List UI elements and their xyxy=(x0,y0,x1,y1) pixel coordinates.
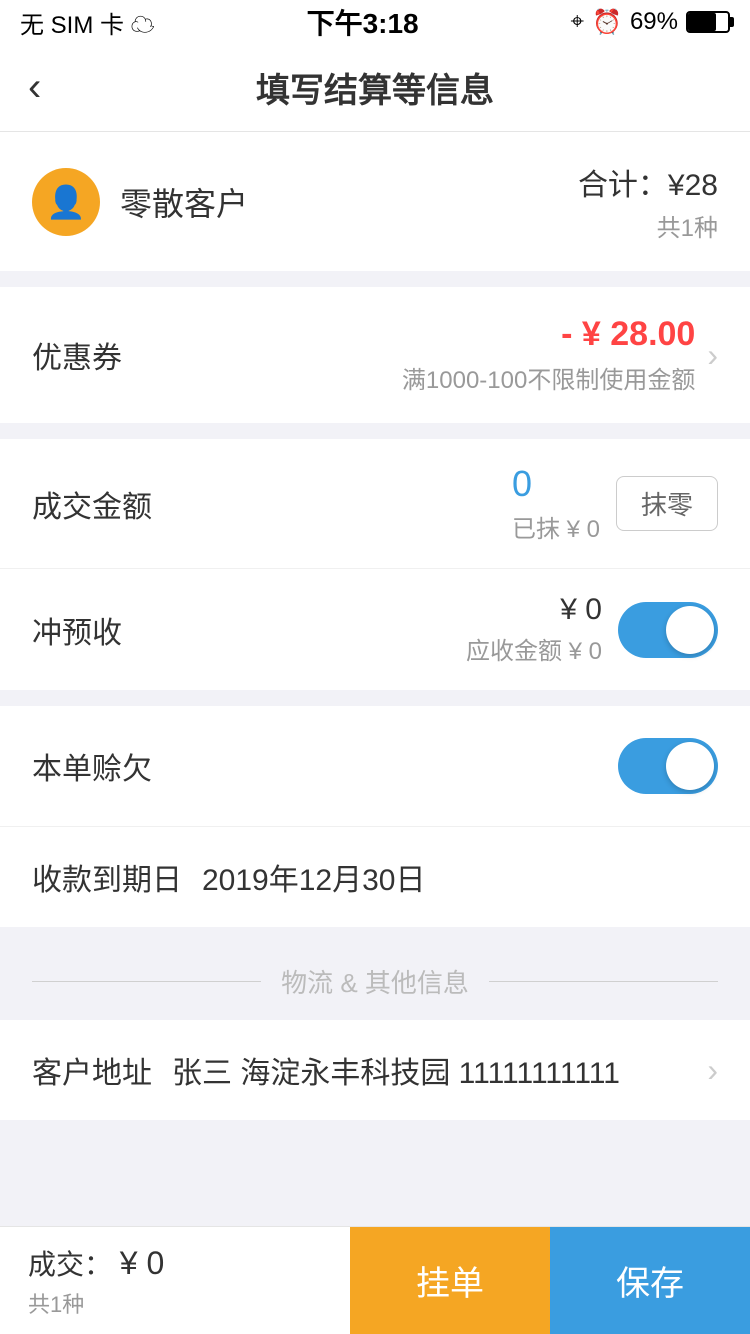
status-bar-left: 无 SIM 卡 ☁ xyxy=(20,5,155,40)
due-date-row: 收款到期日 2019年12月30日 xyxy=(0,827,750,927)
coupon-label: 优惠券 xyxy=(32,333,122,377)
save-button[interactable]: 保存 xyxy=(550,1227,750,1334)
deferred-toggle[interactable] xyxy=(618,738,718,794)
prepay-right: ¥ 0 应收金额 ¥ 0 xyxy=(466,593,718,666)
coupon-row[interactable]: 优惠券 - ¥ 28.00 满1000-100不限制使用金额 › xyxy=(0,287,750,423)
status-bar-right: ⌖ ⏰ 69% xyxy=(571,8,730,37)
divider-line-left xyxy=(32,981,261,982)
prepay-value: ¥ 0 xyxy=(466,593,602,627)
deferred-label: 本单赊欠 xyxy=(32,744,152,788)
sim-status: 无 SIM 卡 ☁ xyxy=(20,5,155,40)
address-section[interactable]: 客户地址 张三 海淀永丰科技园 11111111111 › xyxy=(0,1020,750,1120)
prepay-sub: 应收金额 ¥ 0 xyxy=(466,631,602,666)
due-date-label: 收款到期日 xyxy=(32,855,182,899)
bottom-deal-line: 成交： ¥ 0 xyxy=(28,1243,322,1283)
prepay-row: 冲预收 ¥ 0 应收金额 ¥ 0 xyxy=(0,569,750,690)
battery-icon xyxy=(686,11,730,33)
status-bar: 无 SIM 卡 ☁ 下午3:18 ⌖ ⏰ 69% xyxy=(0,0,750,44)
logistics-label: 物流 & 其他信息 xyxy=(281,963,469,1000)
main-content: 👤 零散客户 合计：¥28 共1种 优惠券 - ¥ 28.00 满1000-10… xyxy=(0,132,750,1256)
address-chevron-icon: › xyxy=(707,1052,718,1089)
battery-percent: 69% xyxy=(630,8,678,36)
coupon-desc: 满1000-100不限制使用金额 xyxy=(402,360,695,395)
back-button[interactable]: ‹ xyxy=(28,65,41,110)
address-value: 张三 海淀永丰科技园 11111111111 xyxy=(172,1048,687,1092)
prepay-toggle[interactable] xyxy=(618,602,718,658)
bottom-count: 共1种 xyxy=(28,1287,322,1319)
bottom-deal-amount: ¥ 0 xyxy=(120,1245,164,1281)
coupon-section[interactable]: 优惠券 - ¥ 28.00 满1000-100不限制使用金额 › xyxy=(0,287,750,423)
bottom-bar: 成交： ¥ 0 共1种 挂单 保存 xyxy=(0,1226,750,1334)
hold-button[interactable]: 挂单 xyxy=(350,1227,550,1334)
page-title: 填写结算等信息 xyxy=(256,63,494,112)
status-bar-time: 下午3:18 xyxy=(307,2,419,42)
address-row[interactable]: 客户地址 张三 海淀永丰科技园 11111111111 › xyxy=(0,1020,750,1120)
customer-right: 合计：¥28 共1种 xyxy=(578,160,718,243)
toggle-knob xyxy=(666,606,714,654)
customer-count: 共1种 xyxy=(578,208,718,243)
customer-name: 零散客户 xyxy=(120,179,248,225)
prepay-label: 冲预收 xyxy=(32,608,122,652)
amount-section: 成交金额 0 已抹 ¥ 0 抹零 冲预收 ¥ 0 应收金额 ¥ 0 xyxy=(0,439,750,690)
nav-bar: ‹ 填写结算等信息 xyxy=(0,44,750,132)
customer-left: 👤 零散客户 xyxy=(32,168,248,236)
logistics-divider: 物流 & 其他信息 xyxy=(0,943,750,1020)
coupon-right: - ¥ 28.00 满1000-100不限制使用金额 › xyxy=(402,315,718,395)
amount-input-area: 0 已抹 ¥ 0 抹零 xyxy=(512,463,718,544)
bottom-deal-label: 成交： xyxy=(28,1249,112,1280)
customer-avatar: 👤 xyxy=(32,168,100,236)
customer-total: 合计：¥28 xyxy=(578,160,718,204)
amount-label: 成交金额 xyxy=(32,482,152,526)
due-date-value[interactable]: 2019年12月30日 xyxy=(202,855,425,899)
avatar-icon: 👤 xyxy=(46,183,86,221)
amount-value[interactable]: 0 xyxy=(512,463,600,505)
deferred-section: 本单赊欠 收款到期日 2019年12月30日 xyxy=(0,706,750,927)
customer-section: 👤 零散客户 合计：¥28 共1种 xyxy=(0,132,750,271)
deferred-toggle-knob xyxy=(666,742,714,790)
location-icon: ⌖ xyxy=(571,8,585,36)
coupon-chevron-icon: › xyxy=(707,337,718,374)
address-label: 客户地址 xyxy=(32,1048,152,1092)
transaction-amount-row: 成交金额 0 已抹 ¥ 0 抹零 xyxy=(0,439,750,569)
round-off-button[interactable]: 抹零 xyxy=(616,476,718,531)
alarm-icon: ⏰ xyxy=(592,8,622,37)
bottom-summary: 成交： ¥ 0 共1种 xyxy=(0,1243,350,1319)
amount-rounded-sub: 已抹 ¥ 0 xyxy=(512,509,600,544)
coupon-value: - ¥ 28.00 xyxy=(402,315,695,354)
deferred-row: 本单赊欠 xyxy=(0,706,750,827)
divider-line-right xyxy=(489,981,718,982)
